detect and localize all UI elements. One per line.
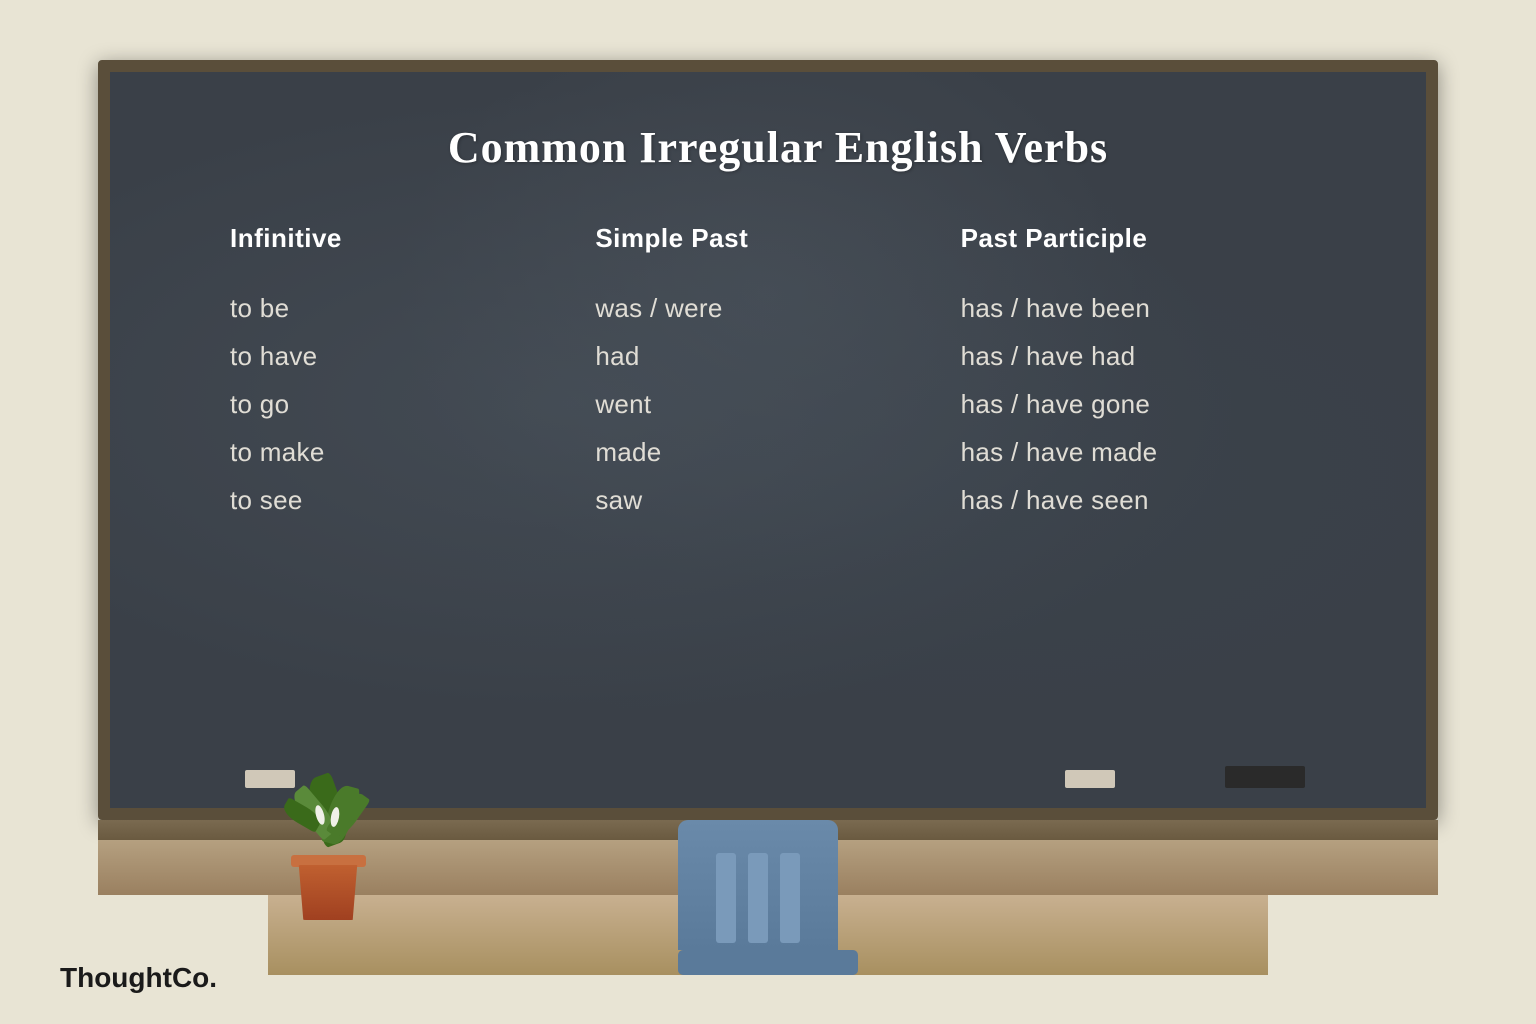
chair-seat [678,950,858,975]
col-item-past-5: saw [595,476,960,524]
col-header-simple-past: Simple Past [595,223,960,254]
col-item-infinitive-1: to be [230,284,595,332]
col-item-participle-3: has / have gone [961,380,1326,428]
col-infinitive: Infinitive to be to have to go to make t… [230,223,595,524]
col-past-participle: Past Participle has / have been has / ha… [961,223,1326,524]
chair-container [678,820,858,975]
col-item-participle-2: has / have had [961,332,1326,380]
col-header-infinitive: Infinitive [230,223,595,254]
col-item-participle-5: has / have seen [961,476,1326,524]
plant-leaves [283,755,373,855]
col-item-infinitive-4: to make [230,428,595,476]
pot [296,865,361,920]
columns-wrapper: Infinitive to be to have to go to make t… [230,223,1326,524]
page-wrapper: Common Irregular English Verbs Infinitiv… [0,0,1536,1024]
chair-slat-1 [716,853,736,943]
col-item-past-2: had [595,332,960,380]
logo-area: ThoughtCo. [60,962,217,994]
chair-back [678,820,838,950]
col-simple-past: Simple Past was / were had went made saw [595,223,960,524]
chalkboard-content: Common Irregular English Verbs Infinitiv… [110,72,1426,808]
col-item-infinitive-2: to have [230,332,595,380]
board-title: Common Irregular English Verbs [230,122,1326,173]
col-item-past-3: went [595,380,960,428]
col-item-participle-4: has / have made [961,428,1326,476]
plant-container [283,755,373,920]
chair-slat-3 [780,853,800,943]
chair-slat-2 [748,853,768,943]
thoughtco-logo: ThoughtCo. [60,962,217,993]
col-header-past-participle: Past Participle [961,223,1326,254]
col-item-infinitive-3: to go [230,380,595,428]
chalkboard: Common Irregular English Verbs Infinitiv… [98,60,1438,820]
desk-area [98,840,1438,975]
col-item-past-1: was / were [595,284,960,332]
col-item-infinitive-5: to see [230,476,595,524]
col-item-participle-1: has / have been [961,284,1326,332]
col-item-past-4: made [595,428,960,476]
